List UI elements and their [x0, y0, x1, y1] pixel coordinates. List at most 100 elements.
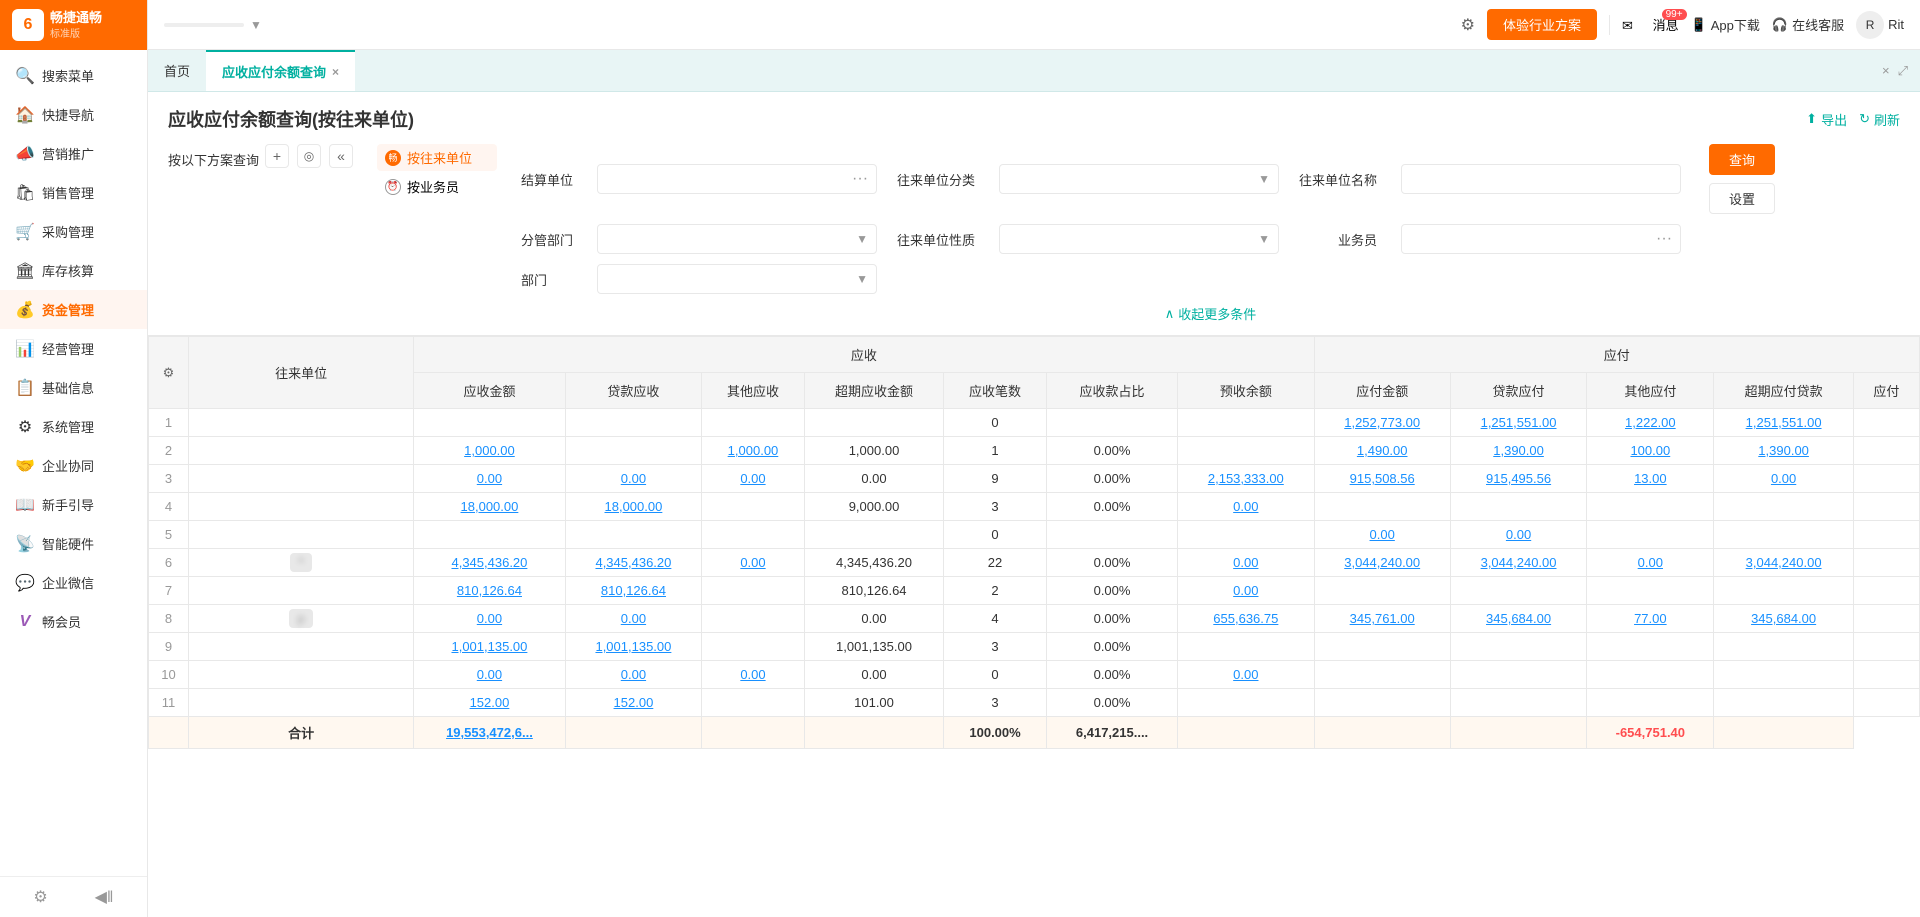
loan-payable[interactable]: 345,684.00 [1450, 605, 1586, 633]
overdue-payable[interactable]: 0.00 [1714, 465, 1853, 493]
other-payable[interactable] [1587, 633, 1714, 661]
tab-close-icon[interactable]: × [332, 65, 339, 79]
other-payable[interactable]: 100.00 [1587, 437, 1714, 465]
other-receivable[interactable]: 1,000.00 [702, 437, 805, 465]
payable-amount[interactable]: 0.00 [1314, 521, 1450, 549]
sidebar-item-purchase[interactable]: 🛒 采购管理 [0, 212, 147, 251]
loan-receivable[interactable]: 0.00 [565, 605, 701, 633]
advance-balance[interactable] [1178, 633, 1314, 661]
payable-amount[interactable]: 915,508.56 [1314, 465, 1450, 493]
scheme-by-salesperson[interactable]: ⏰ 按业务员 [377, 173, 497, 200]
other-receivable[interactable]: 0.00 [702, 465, 805, 493]
loan-payable[interactable] [1450, 661, 1586, 689]
sidebar-item-quicknav[interactable]: 🏠 快捷导航 [0, 95, 147, 134]
message-button[interactable]: ✉ 99+ 消息 [1622, 15, 1679, 34]
overdue-payable[interactable] [1714, 577, 1853, 605]
payable-amount[interactable] [1314, 661, 1450, 689]
overdue-payable[interactable]: 1,251,551.00 [1714, 409, 1853, 437]
payable-amount[interactable] [1314, 633, 1450, 661]
advance-balance[interactable]: 655,636.75 [1178, 605, 1314, 633]
advance-balance[interactable]: 0.00 [1178, 577, 1314, 605]
payable-amount[interactable]: 345,761.00 [1314, 605, 1450, 633]
other-payable[interactable] [1587, 493, 1714, 521]
loan-payable[interactable] [1450, 689, 1586, 717]
advance-balance[interactable] [1178, 409, 1314, 437]
loan-payable[interactable]: 915,495.56 [1450, 465, 1586, 493]
advance-balance[interactable] [1178, 437, 1314, 465]
gear-button[interactable]: ⚙ [1461, 15, 1475, 35]
advance-balance[interactable]: 0.00 [1178, 493, 1314, 521]
receivable-amount[interactable]: 810,126.64 [414, 577, 566, 605]
tab-home[interactable]: 首页 [148, 51, 206, 90]
user-profile[interactable]: R Rit [1856, 11, 1904, 39]
overdue-payable[interactable] [1714, 633, 1853, 661]
receivable-amount[interactable]: 4,345,436.20 [414, 549, 566, 577]
receivable-amount[interactable]: 0.00 [414, 465, 566, 493]
loan-receivable[interactable]: 1,001,135.00 [565, 633, 701, 661]
sidebar-item-guide[interactable]: 📖 新手引导 [0, 485, 147, 524]
other-payable[interactable]: 1,222.00 [1587, 409, 1714, 437]
loan-receivable[interactable]: 0.00 [565, 661, 701, 689]
sidebar-item-inventory[interactable]: 🏛 库存核算 [0, 251, 147, 290]
receivable-amount[interactable]: 0.00 [414, 605, 566, 633]
tab-receivable-query[interactable]: 应收应付余额查询 × [206, 50, 355, 91]
partner-name-input[interactable] [1401, 164, 1681, 194]
settings-icon[interactable]: ⚙ [33, 887, 47, 907]
sidebar-item-sales[interactable]: 🛍 销售管理 [0, 173, 147, 212]
receivable-amount[interactable]: 18,000.00 [414, 493, 566, 521]
sidebar-item-member[interactable]: V 畅会员 [0, 602, 147, 641]
other-receivable[interactable]: 0.00 [702, 661, 805, 689]
industry-solution-button[interactable]: 体验行业方案 [1487, 9, 1597, 40]
settlement-unit-dots[interactable]: ··· [852, 170, 868, 188]
overdue-payable[interactable] [1714, 661, 1853, 689]
loan-receivable[interactable] [565, 521, 701, 549]
sidebar-item-finance[interactable]: 💰 资金管理 [0, 290, 147, 329]
other-receivable[interactable] [702, 577, 805, 605]
receivable-amount[interactable]: 1,001,135.00 [414, 633, 566, 661]
receivable-amount[interactable] [414, 409, 566, 437]
collapse-scheme-button[interactable]: « [329, 144, 353, 168]
receivable-amount[interactable]: 0.00 [414, 661, 566, 689]
loan-receivable[interactable]: 4,345,436.20 [565, 549, 701, 577]
loan-receivable[interactable]: 0.00 [565, 465, 701, 493]
other-receivable[interactable] [702, 633, 805, 661]
setting-button[interactable]: 设置 [1709, 183, 1775, 214]
other-receivable[interactable] [702, 521, 805, 549]
loan-payable[interactable]: 1,390.00 [1450, 437, 1586, 465]
breadcrumb-chevron-icon[interactable]: ▼ [250, 18, 262, 32]
scheme-settings-button[interactable]: ◎ [297, 144, 321, 168]
advance-balance[interactable]: 0.00 [1178, 549, 1314, 577]
payable-amount[interactable]: 1,252,773.00 [1314, 409, 1450, 437]
other-payable[interactable] [1587, 689, 1714, 717]
settlement-unit-input[interactable]: ··· [597, 164, 877, 194]
collapse-more-button[interactable]: ∧ 收起更多条件 [521, 304, 1900, 323]
partner-name-field[interactable] [1410, 172, 1672, 187]
overdue-payable[interactable]: 3,044,240.00 [1714, 549, 1853, 577]
overdue-payable[interactable]: 1,390.00 [1714, 437, 1853, 465]
app-download-button[interactable]: 📱 App下载 [1691, 15, 1760, 34]
other-receivable[interactable] [702, 493, 805, 521]
salesperson-dots[interactable]: ··· [1656, 230, 1672, 248]
other-payable[interactable] [1587, 661, 1714, 689]
other-receivable[interactable] [702, 689, 805, 717]
payable-amount[interactable] [1314, 493, 1450, 521]
overdue-payable[interactable] [1714, 689, 1853, 717]
sidebar-item-wechat[interactable]: 💬 企业微信 [0, 563, 147, 602]
other-payable[interactable]: 77.00 [1587, 605, 1714, 633]
sidebar-item-system[interactable]: ⚙ 系统管理 [0, 407, 147, 446]
salesperson-input[interactable]: ··· [1401, 224, 1681, 254]
overdue-payable[interactable] [1714, 493, 1853, 521]
collapse-icon[interactable]: ◀‖ [95, 887, 114, 907]
sidebar-item-hardware[interactable]: 📡 智能硬件 [0, 524, 147, 563]
advance-balance[interactable]: 2,153,333.00 [1178, 465, 1314, 493]
payable-amount[interactable]: 3,044,240.00 [1314, 549, 1450, 577]
overdue-payable[interactable] [1714, 521, 1853, 549]
sidebar-item-marketing[interactable]: 📣 营销推广 [0, 134, 147, 173]
receivable-amount[interactable]: 152.00 [414, 689, 566, 717]
other-receivable[interactable] [702, 409, 805, 437]
other-payable[interactable] [1587, 521, 1714, 549]
partner-nature-select[interactable]: ▼ [999, 224, 1279, 254]
advance-balance[interactable] [1178, 689, 1314, 717]
loan-receivable[interactable]: 152.00 [565, 689, 701, 717]
window-close-icon[interactable]: × [1882, 63, 1890, 78]
